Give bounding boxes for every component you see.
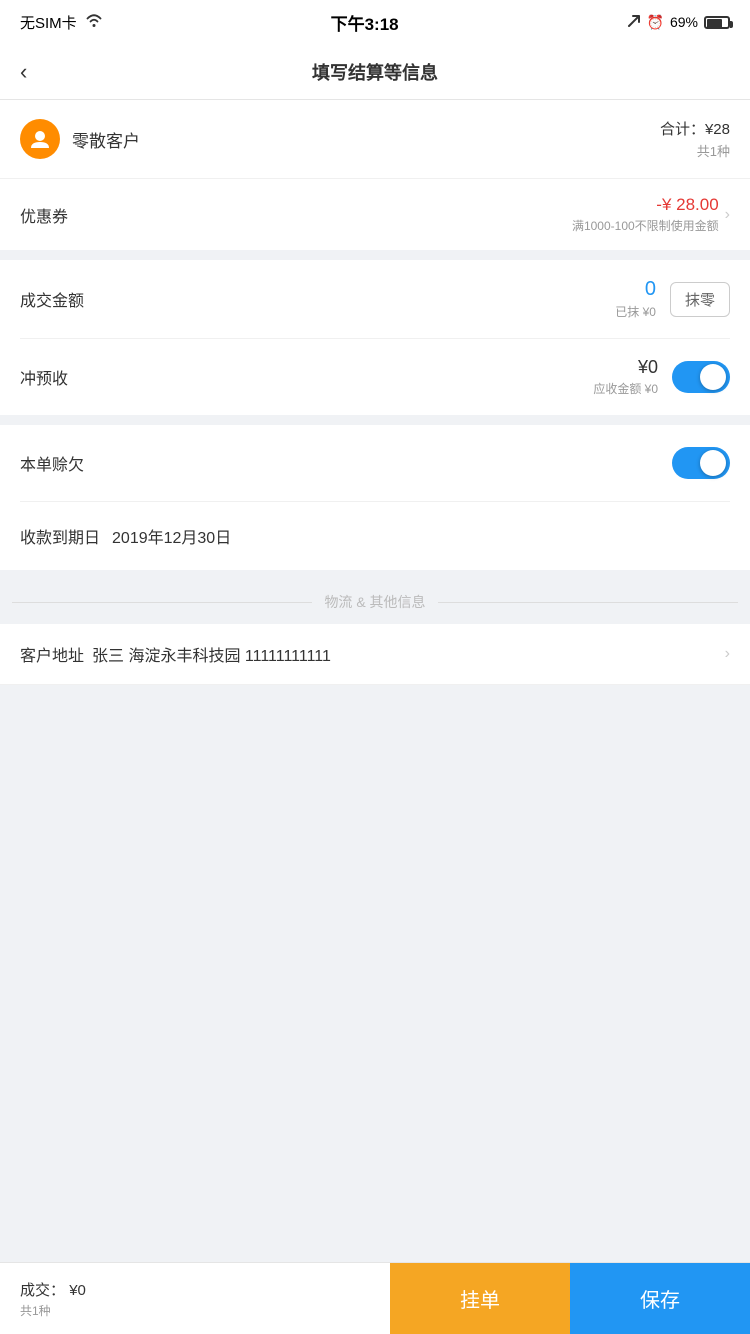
customer-avatar	[20, 119, 60, 159]
status-left: 无SIM卡	[20, 12, 103, 33]
coupon-label: 优惠券	[20, 203, 68, 227]
prepay-row: 冲预收 ¥0 应收金额 ¥0	[20, 339, 730, 415]
prepay-amount-col: ¥0 应收金额 ¥0	[593, 357, 658, 397]
debt-label: 本单赊欠	[20, 451, 84, 475]
address-section: 客户地址 张三 海淀永丰科技园 11111111111 ›	[0, 624, 750, 685]
logistics-label: 物流 & 其他信息	[324, 592, 425, 612]
coupon-row[interactable]: 优惠券 -¥ 28.00 满1000-100不限制使用金额 ›	[0, 178, 750, 250]
wifi-icon	[85, 13, 103, 31]
due-date-row: 收款到期日 2019年12月30日	[20, 502, 730, 570]
bottom-count: 共1种	[20, 1302, 370, 1319]
bottom-deal-text: 成交： ¥0	[20, 1279, 370, 1300]
transaction-sub: 已抹 ¥0	[615, 303, 656, 320]
location-icon	[627, 14, 641, 31]
prepay-toggle[interactable]	[672, 361, 730, 393]
save-button[interactable]: 保存	[570, 1263, 750, 1334]
section-divider-1	[0, 415, 750, 425]
logistics-line-left	[12, 602, 312, 603]
coupon-amount: -¥ 28.00 满1000-100不限制使用金额	[572, 195, 719, 234]
customer-total-area: 合计：¥28 共1种	[660, 118, 730, 160]
debt-toggle-thumb	[700, 450, 726, 476]
content: 零散客户 合计：¥28 共1种 优惠券 -¥ 28.00 满1000-100不限…	[0, 100, 750, 985]
coupon-right: -¥ 28.00 满1000-100不限制使用金额 ›	[572, 195, 730, 234]
prepay-amount: ¥0	[593, 357, 658, 378]
customer-total: 合计：¥28	[660, 118, 730, 139]
status-time: 下午3:18	[331, 10, 399, 35]
hang-button[interactable]: 挂单	[390, 1263, 570, 1334]
customer-count: 共1种	[660, 141, 730, 160]
due-date-label: 收款到期日	[20, 524, 100, 548]
bottom-deal-label: 成交：	[20, 1282, 65, 1299]
debt-section: 本单赊欠 收款到期日 2019年12月30日	[0, 425, 750, 570]
empty-area	[0, 685, 750, 905]
transaction-value[interactable]: 0	[615, 278, 656, 301]
address-chevron-icon: ›	[725, 645, 730, 663]
coupon-discount: -¥ 28.00	[572, 195, 719, 215]
coupon-description: 满1000-100不限制使用金额	[572, 217, 719, 234]
customer-row: 零散客户 合计：¥28 共1种	[0, 100, 750, 178]
bottom-actions: 挂单 保存	[390, 1263, 750, 1334]
debt-toggle[interactable]	[672, 447, 730, 479]
bottom-deal-amount: ¥0	[69, 1282, 86, 1299]
chevron-right-icon: ›	[725, 206, 730, 224]
prepay-right: ¥0 应收金额 ¥0	[593, 357, 730, 397]
battery-icon	[704, 16, 730, 29]
back-button[interactable]: ‹	[20, 59, 27, 85]
debt-row: 本单赊欠	[20, 425, 730, 502]
address-value: 张三 海淀永丰科技园 11111111111	[92, 642, 725, 666]
transaction-section: 成交金额 0 已抹 ¥0 抹零 冲预收 ¥0 应收金额 ¥0	[0, 260, 750, 415]
transaction-amount-col: 0 已抹 ¥0	[615, 278, 656, 320]
customer-card: 零散客户 合计：¥28 共1种 优惠券 -¥ 28.00 满1000-100不限…	[0, 100, 750, 250]
logistics-line-right	[438, 602, 738, 603]
transaction-row: 成交金额 0 已抹 ¥0 抹零	[20, 260, 730, 339]
customer-left: 零散客户	[20, 119, 140, 159]
toggle-thumb	[700, 364, 726, 390]
logistics-divider: 物流 & 其他信息	[0, 580, 750, 624]
transaction-right: 0 已抹 ¥0 抹零	[615, 278, 730, 320]
bottom-spacer	[0, 905, 750, 985]
status-bar: 无SIM卡 下午3:18 ⏰ 69%	[0, 0, 750, 44]
transaction-label: 成交金额	[20, 287, 84, 311]
page-title: 填写结算等信息	[312, 59, 438, 85]
address-row[interactable]: 客户地址 张三 海淀永丰科技园 11111111111 ›	[0, 624, 750, 685]
prepay-label: 冲预收	[20, 365, 68, 389]
prepay-sub: 应收金额 ¥0	[593, 380, 658, 397]
bottom-bar: 成交： ¥0 共1种 挂单 保存	[0, 1262, 750, 1334]
sim-text: 无SIM卡	[20, 12, 77, 33]
nav-bar: ‹ 填写结算等信息	[0, 44, 750, 100]
address-label: 客户地址	[20, 642, 92, 666]
bottom-info: 成交： ¥0 共1种	[0, 1279, 390, 1319]
due-date-value[interactable]: 2019年12月30日	[112, 524, 231, 548]
battery-percent: 69%	[670, 14, 698, 30]
status-right: ⏰ 69%	[627, 14, 730, 31]
customer-name: 零散客户	[72, 127, 140, 152]
alarm-icon: ⏰	[647, 14, 664, 31]
round-off-button[interactable]: 抹零	[670, 282, 730, 317]
